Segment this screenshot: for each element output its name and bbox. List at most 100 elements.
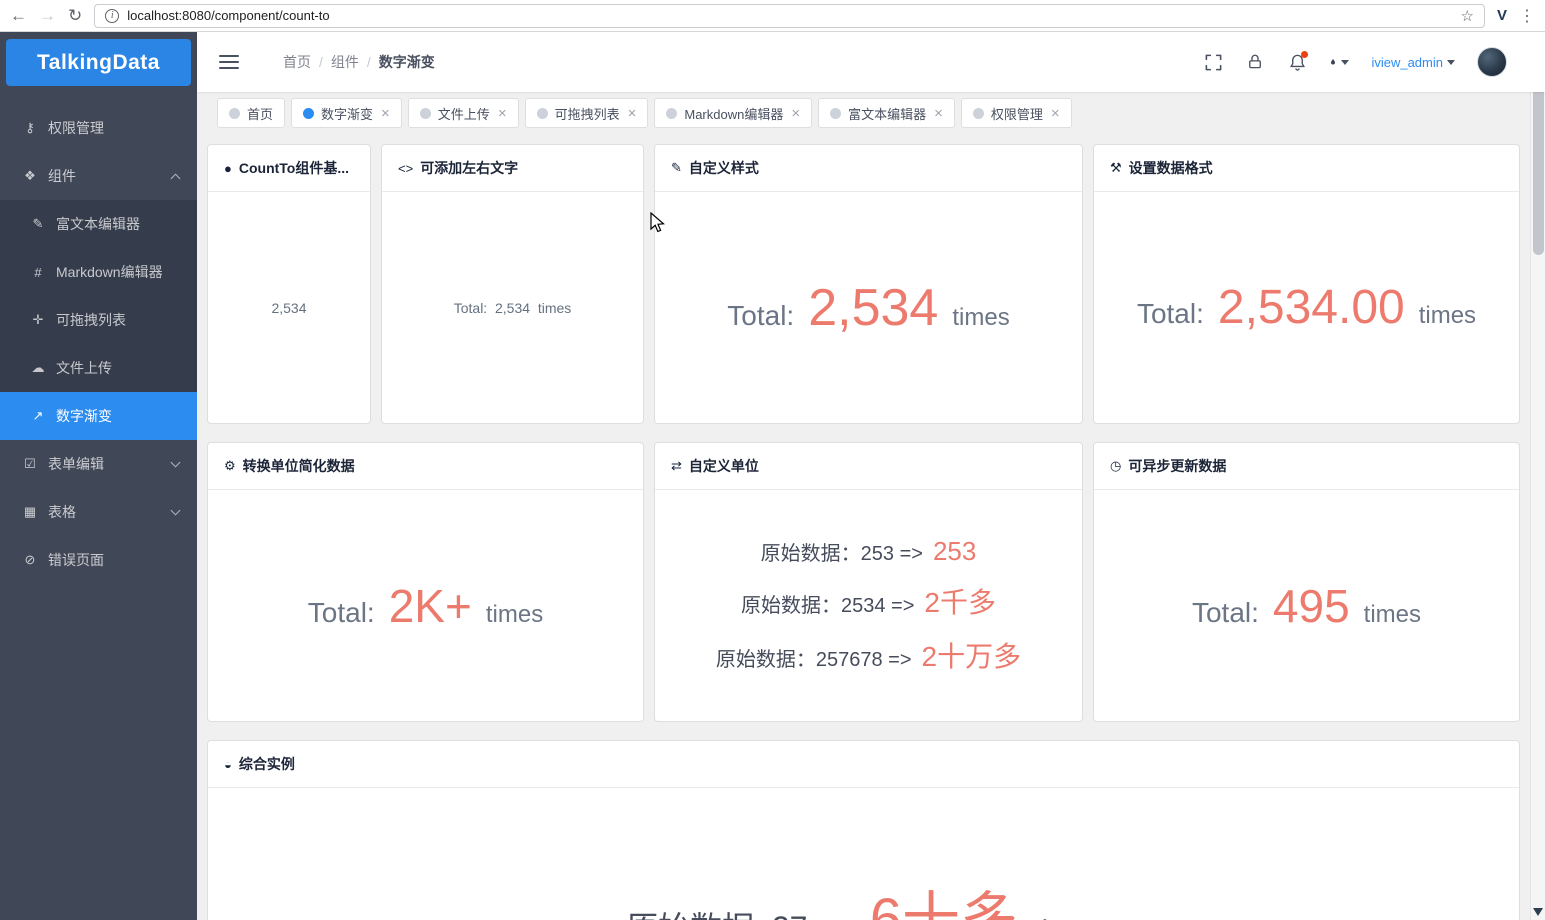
tab-close-icon[interactable]: ×: [934, 106, 943, 121]
tab-dot: [303, 107, 315, 119]
count-line: 原始数据: 27 => 6十多 times: [626, 872, 1101, 920]
sidebar-item-markdown[interactable]: # Markdown编辑器: [0, 248, 197, 296]
sidebar-item-form-editor[interactable]: ☑ 表单编辑: [0, 440, 197, 488]
card-simplify-unit: ⚙ 转换单位简化数据 Total: 2K+ times: [207, 442, 644, 722]
card-body: Total: 495 times: [1094, 490, 1519, 721]
unit-value: 2十万多: [921, 641, 1022, 672]
reload-button[interactable]: ↻: [68, 7, 82, 24]
tab-count-to[interactable]: 数字渐变 ×: [291, 98, 402, 128]
count-suffix: times: [537, 299, 572, 316]
card-header: <> 可添加左右文字: [382, 145, 643, 192]
sidebar-item-label: 数字渐变: [56, 408, 112, 424]
tab-close-icon[interactable]: ×: [381, 106, 390, 121]
sidebar-item-label: 富文本编辑器: [56, 216, 140, 232]
bookmark-star-icon[interactable]: ☆: [1461, 7, 1474, 25]
bell-icon[interactable]: [1287, 51, 1309, 72]
count-suffix: times: [1363, 600, 1422, 628]
count-value: 2,534: [494, 299, 531, 316]
hamburger-menu-icon[interactable]: [219, 55, 239, 69]
back-button[interactable]: ←: [10, 7, 27, 24]
header-actions: iview_admin: [1203, 47, 1507, 77]
fullscreen-icon[interactable]: [1203, 52, 1223, 72]
tab-markdown[interactable]: Markdown编辑器 ×: [654, 98, 813, 128]
theme-icon[interactable]: [1329, 52, 1350, 72]
header: 首页 / 组件 / 数字渐变 iview_admin: [197, 32, 1545, 92]
card-body: Total: 2,534.00 times: [1094, 192, 1519, 423]
tab-close-icon[interactable]: ×: [498, 106, 507, 121]
username-text: iview_admin: [1371, 54, 1443, 70]
extension-icon[interactable]: V: [1497, 7, 1507, 24]
chevron-down-icon: [170, 505, 181, 515]
tab-label: 数字渐变: [321, 106, 374, 122]
sidebar-item-components[interactable]: ❖ 组件: [0, 152, 197, 200]
sidebar-item-error-pages[interactable]: ⊘ 错误页面: [0, 536, 197, 584]
sidebar-item-drag-list[interactable]: ✛ 可拖拽列表: [0, 296, 197, 344]
user-dropdown[interactable]: iview_admin: [1371, 55, 1455, 70]
lock-icon[interactable]: [1245, 52, 1265, 72]
sidebar-item-upload[interactable]: ☁ 文件上传: [0, 344, 197, 392]
tab-home[interactable]: 首页: [217, 98, 286, 128]
sidebar-item-label: 文件上传: [56, 360, 112, 376]
avatar[interactable]: [1477, 47, 1507, 77]
url-text[interactable]: localhost:8080/component/count-to: [127, 8, 1452, 23]
url-bar[interactable]: i localhost:8080/component/count-to ☆: [94, 3, 1485, 28]
tab-label: 首页: [247, 106, 274, 122]
card-async-update: ◷ 可异步更新数据 Total: 495 times: [1093, 442, 1520, 722]
card-row-3: ◒ 综合实例 原始数据: 27 => 6十多 times: [207, 740, 1520, 920]
count-prefix: 原始数据: 27 =>: [626, 903, 854, 920]
tab-close-icon[interactable]: ×: [628, 106, 637, 121]
forward-button[interactable]: →: [39, 7, 56, 24]
count-suffix: times: [1034, 914, 1101, 920]
error-icon: ⊘: [24, 552, 36, 567]
breadcrumb-home[interactable]: 首页: [283, 52, 311, 72]
sidebar-item-rich-editor[interactable]: ✎ 富文本编辑器: [0, 200, 197, 248]
count-line: Total: 2,534 times: [454, 300, 572, 316]
tab-label: Markdown编辑器: [684, 106, 784, 122]
count-prefix: Total:: [453, 299, 488, 316]
unit-row: 原始数据：2534 => 2千多: [741, 581, 996, 621]
shuffle-icon: ⇄: [671, 458, 682, 473]
tab-close-icon[interactable]: ×: [1051, 106, 1060, 121]
breadcrumb-separator: /: [319, 54, 323, 70]
tab-upload[interactable]: 文件上传 ×: [407, 98, 519, 128]
card-custom-unit: ⇄ 自定义单位 原始数据：253 => 253 原始数据：2534 => 2千多…: [654, 442, 1083, 722]
sidebar-item-count-to[interactable]: ↗ 数字渐变: [0, 392, 197, 440]
card-countto-basic: ● CountTo组件基... 2,534: [207, 144, 371, 424]
sidebar-item-label: 表格: [48, 504, 76, 520]
tab-drag-list[interactable]: 可拖拽列表 ×: [524, 98, 649, 128]
tab-rich-editor[interactable]: 富文本编辑器 ×: [818, 98, 955, 128]
logo-text: TalkingData: [37, 50, 160, 74]
count-prefix: Total:: [727, 299, 795, 331]
wrench-icon: ⚙: [224, 458, 236, 473]
sidebar-item-table[interactable]: ▦ 表格: [0, 488, 197, 536]
card-body: Total: 2,534 times: [655, 192, 1082, 423]
count-suffix: times: [485, 600, 544, 628]
count-value: 6十多: [869, 886, 1018, 920]
count-prefix: Total:: [307, 596, 375, 628]
droplet-icon: ●: [224, 160, 232, 176]
count-line: Total: 2K+ times: [308, 579, 543, 633]
hammer-icon: ⚒: [1110, 160, 1122, 175]
tab-permission[interactable]: 权限管理 ×: [960, 98, 1072, 128]
tab-close-icon[interactable]: ×: [791, 106, 800, 121]
caret-down-icon: [1341, 59, 1350, 65]
card-body: 原始数据: 27 => 6十多 times: [208, 788, 1519, 920]
chevron-down-icon: [170, 457, 181, 467]
sidebar-item-label: 表单编辑: [48, 456, 104, 472]
scrollbar[interactable]: [1530, 32, 1545, 920]
logo[interactable]: TalkingData: [6, 39, 191, 86]
card-full-demo: ◒ 综合实例 原始数据: 27 => 6十多 times: [207, 740, 1520, 920]
components-icon: ❖: [24, 168, 36, 183]
sidebar-item-permission[interactable]: ⚷ 权限管理: [0, 104, 197, 152]
count-prefix: Total:: [1191, 596, 1259, 628]
breadcrumb-components[interactable]: 组件: [331, 52, 359, 72]
tab-label: 可拖拽列表: [554, 106, 620, 122]
info-icon[interactable]: i: [105, 8, 120, 23]
chevron-up-icon: [170, 173, 181, 183]
browser-menu-icon[interactable]: ⋮: [1519, 6, 1535, 26]
scroll-down-button[interactable]: [1531, 904, 1545, 920]
card-title: 自定义单位: [688, 458, 759, 474]
tab-label: 富文本编辑器: [848, 106, 927, 122]
app-frame: TalkingData ⚷ 权限管理 ❖ 组件 ✎ 富文本编辑器 # Markd…: [0, 32, 1545, 920]
card-body: Total: 2K+ times: [208, 490, 643, 721]
